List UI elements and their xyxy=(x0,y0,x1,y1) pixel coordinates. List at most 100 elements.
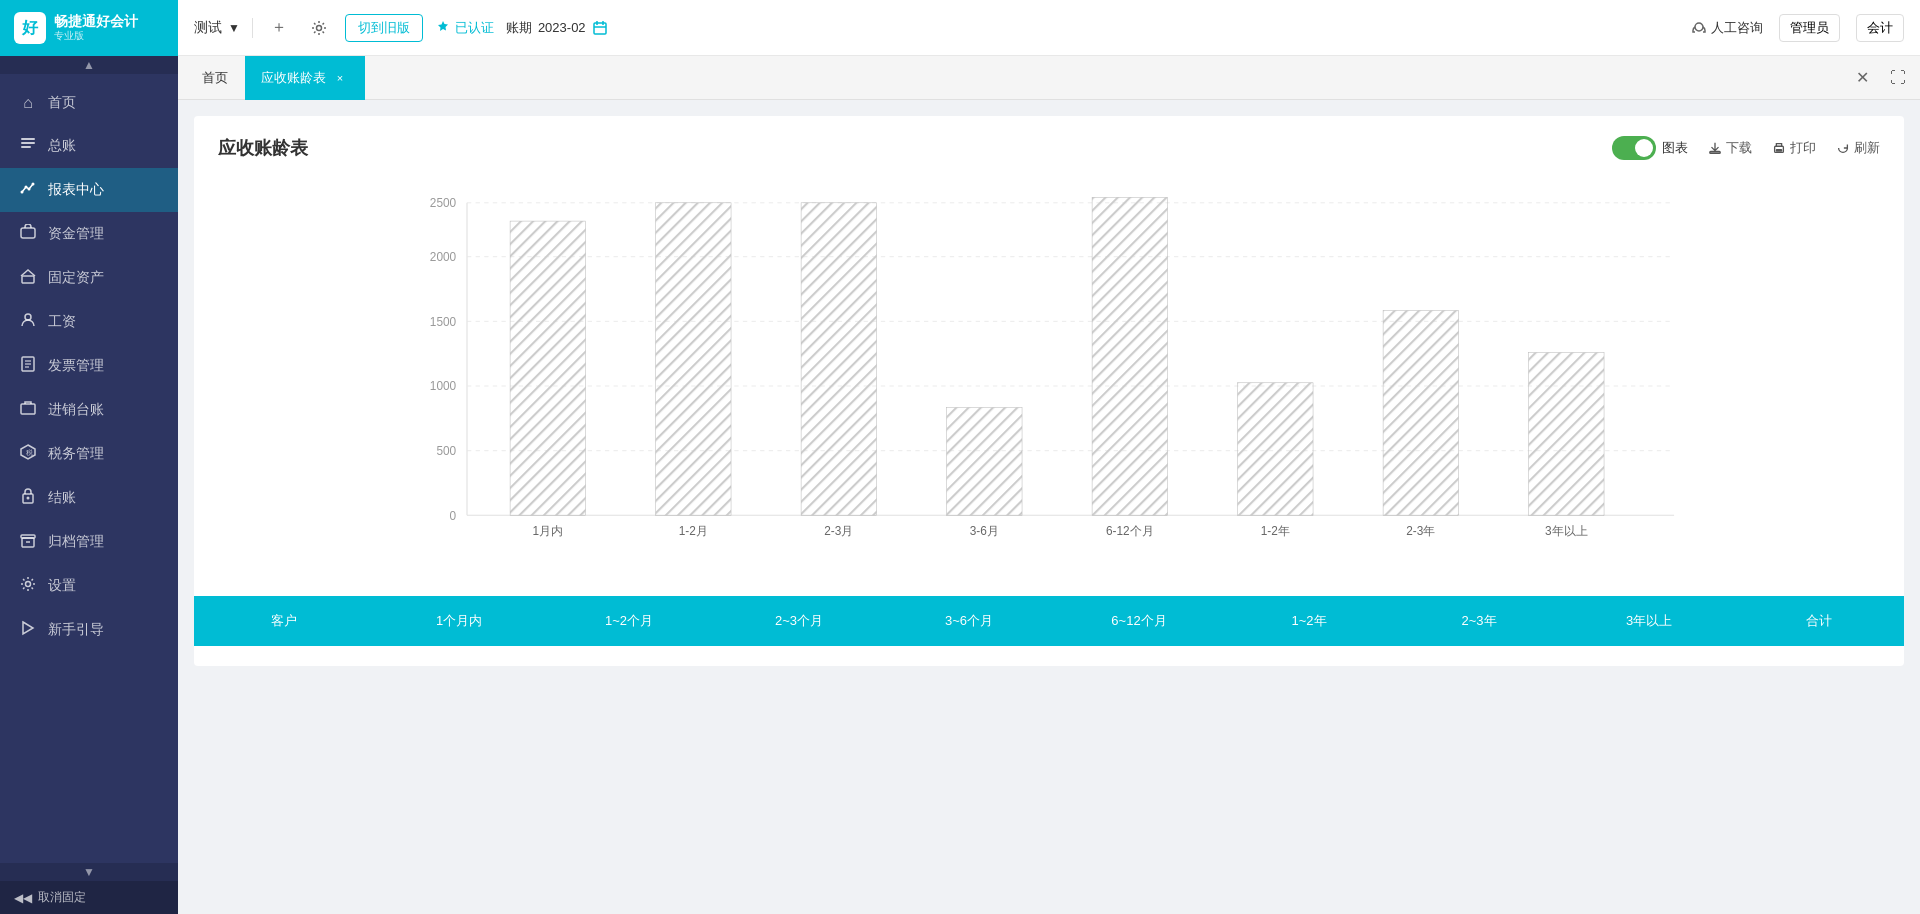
svg-rect-32 xyxy=(1776,150,1781,151)
svg-point-6 xyxy=(32,183,35,186)
cancel-fixed-icon: ◀◀ xyxy=(14,891,32,905)
scroll-down-arrow[interactable]: ▼ xyxy=(83,865,95,879)
svg-point-18 xyxy=(27,497,30,500)
svg-point-24 xyxy=(316,25,321,30)
settings-icon xyxy=(18,576,38,596)
download-button[interactable]: 下载 xyxy=(1708,139,1752,157)
tab-receivable-aging[interactable]: 应收账龄表 × xyxy=(245,56,365,100)
tab-close-action-button[interactable]: ✕ xyxy=(1848,64,1876,92)
sidebar-item-home[interactable]: ⌂ 首页 xyxy=(0,82,178,124)
sidebar-item-home-label: 首页 xyxy=(48,94,76,112)
bar-5 xyxy=(1092,197,1167,515)
svg-point-22 xyxy=(26,582,31,587)
logo-icon: 好 xyxy=(14,12,46,44)
headset-icon xyxy=(1691,20,1707,36)
svg-rect-0 xyxy=(21,138,35,140)
sidebar-item-assets-label: 固定资产 xyxy=(48,269,104,287)
tax-icon: 税 xyxy=(18,444,38,464)
sidebar-item-wages-label: 工资 xyxy=(48,313,76,331)
download-icon xyxy=(1708,141,1722,155)
accountant-button[interactable]: 会计 xyxy=(1856,14,1904,42)
svg-rect-8 xyxy=(22,276,34,283)
settings-button[interactable] xyxy=(305,14,333,42)
svg-text:2000: 2000 xyxy=(430,250,457,264)
inventory-icon xyxy=(18,400,38,420)
chart-toggle[interactable] xyxy=(1612,136,1656,160)
sidebar-item-invoices-label: 发票管理 xyxy=(48,357,104,375)
assets-icon xyxy=(18,268,38,288)
scroll-up-area: ▲ xyxy=(0,56,178,74)
scroll-up-arrow[interactable]: ▲ xyxy=(83,58,95,72)
sidebar-item-archive[interactable]: 归档管理 xyxy=(0,520,178,564)
svg-text:1-2年: 1-2年 xyxy=(1261,524,1290,538)
bar-7 xyxy=(1383,311,1458,516)
sidebar-item-guide[interactable]: 新手引导 xyxy=(0,608,178,652)
sidebar-item-ledger[interactable]: 总账 xyxy=(0,124,178,168)
sidebar-item-tax[interactable]: 税 税务管理 xyxy=(0,432,178,476)
sidebar-item-settings[interactable]: 设置 xyxy=(0,564,178,608)
th-customer: 客户 xyxy=(194,596,374,646)
print-button[interactable]: 打印 xyxy=(1772,139,1816,157)
sidebar-item-closing[interactable]: 结账 xyxy=(0,476,178,520)
svg-rect-30 xyxy=(1710,152,1721,154)
sidebar-item-tax-label: 税务管理 xyxy=(48,445,104,463)
sidebar-item-invoices[interactable]: 发票管理 xyxy=(0,344,178,388)
home-tab-label: 首页 xyxy=(202,69,228,87)
refresh-button[interactable]: 刷新 xyxy=(1836,139,1880,157)
svg-text:2-3月: 2-3月 xyxy=(824,524,853,538)
project-selector[interactable]: 测试 ▼ xyxy=(194,19,240,37)
svg-text:1月内: 1月内 xyxy=(533,524,564,538)
svg-point-29 xyxy=(1695,23,1703,31)
bar-2 xyxy=(656,203,731,516)
active-tab-label: 应收账龄表 xyxy=(261,69,326,87)
svg-text:0: 0 xyxy=(450,509,457,523)
reports-icon xyxy=(18,180,38,200)
app-header: 测试 ▼ ＋ 切到旧版 已认证 账期 2023-02 xyxy=(178,0,1920,56)
sidebar-item-assets[interactable]: 固定资产 xyxy=(0,256,178,300)
closing-icon xyxy=(18,488,38,508)
svg-rect-14 xyxy=(21,404,35,414)
sidebar-item-funds[interactable]: 资金管理 xyxy=(0,212,178,256)
chart-toggle-area: 图表 xyxy=(1612,136,1688,160)
svg-text:1-2月: 1-2月 xyxy=(679,524,708,538)
chart-container: 0 500 1000 1500 2000 2500 1月内 xyxy=(194,176,1904,596)
page-header: 应收账龄表 图表 下载 打印 xyxy=(194,116,1904,176)
svg-text:税: 税 xyxy=(26,449,33,456)
certified-badge: 已认证 xyxy=(435,19,494,37)
sidebar-item-wages[interactable]: 工资 xyxy=(0,300,178,344)
th-1-2month: 1~2个月 xyxy=(544,596,714,646)
page-content: 应收账龄表 图表 下载 打印 xyxy=(178,100,1920,914)
sidebar-item-reports[interactable]: 报表中心 xyxy=(0,168,178,212)
main-content: 测试 ▼ ＋ 切到旧版 已认证 账期 2023-02 xyxy=(178,0,1920,914)
svg-rect-2 xyxy=(21,146,31,148)
svg-text:2500: 2500 xyxy=(430,196,457,210)
table-header: 客户 1个月内 1~2个月 2~3个月 3~6个月 6~12个月 1~2年 2~… xyxy=(194,596,1904,646)
switch-old-version-button[interactable]: 切到旧版 xyxy=(345,14,423,42)
svg-point-5 xyxy=(28,188,31,191)
tab-home[interactable]: 首页 xyxy=(186,56,245,100)
svg-point-9 xyxy=(25,314,31,320)
sidebar-nav: ⌂ 首页 总账 报表中心 资金管理 固定资产 xyxy=(0,74,178,863)
th-1month: 1个月内 xyxy=(374,596,544,646)
sidebar-item-ledger-label: 总账 xyxy=(48,137,76,155)
header-divider-1 xyxy=(252,18,253,38)
bar-4 xyxy=(947,408,1022,516)
consult-button[interactable]: 人工咨询 xyxy=(1691,19,1763,37)
bar-8 xyxy=(1529,353,1604,516)
sidebar-item-inventory[interactable]: 进销台账 xyxy=(0,388,178,432)
svg-point-3 xyxy=(21,191,24,194)
calendar-icon[interactable] xyxy=(592,20,608,36)
th-1-2year: 1~2年 xyxy=(1224,596,1394,646)
svg-marker-23 xyxy=(23,622,33,634)
user-button[interactable]: 管理员 xyxy=(1779,14,1840,42)
content-card: 应收账龄表 图表 下载 打印 xyxy=(194,116,1904,666)
svg-rect-1 xyxy=(21,142,35,144)
tab-close-button[interactable]: × xyxy=(332,70,348,86)
th-total: 合计 xyxy=(1734,596,1904,646)
ledger-icon xyxy=(18,136,38,156)
tabs-actions: ✕ ⛶ xyxy=(1848,64,1912,92)
add-button[interactable]: ＋ xyxy=(265,14,293,42)
cancel-fixed-btn[interactable]: ◀◀ 取消固定 xyxy=(0,881,178,914)
tab-expand-button[interactable]: ⛶ xyxy=(1884,64,1912,92)
svg-text:6-12个月: 6-12个月 xyxy=(1106,524,1154,538)
